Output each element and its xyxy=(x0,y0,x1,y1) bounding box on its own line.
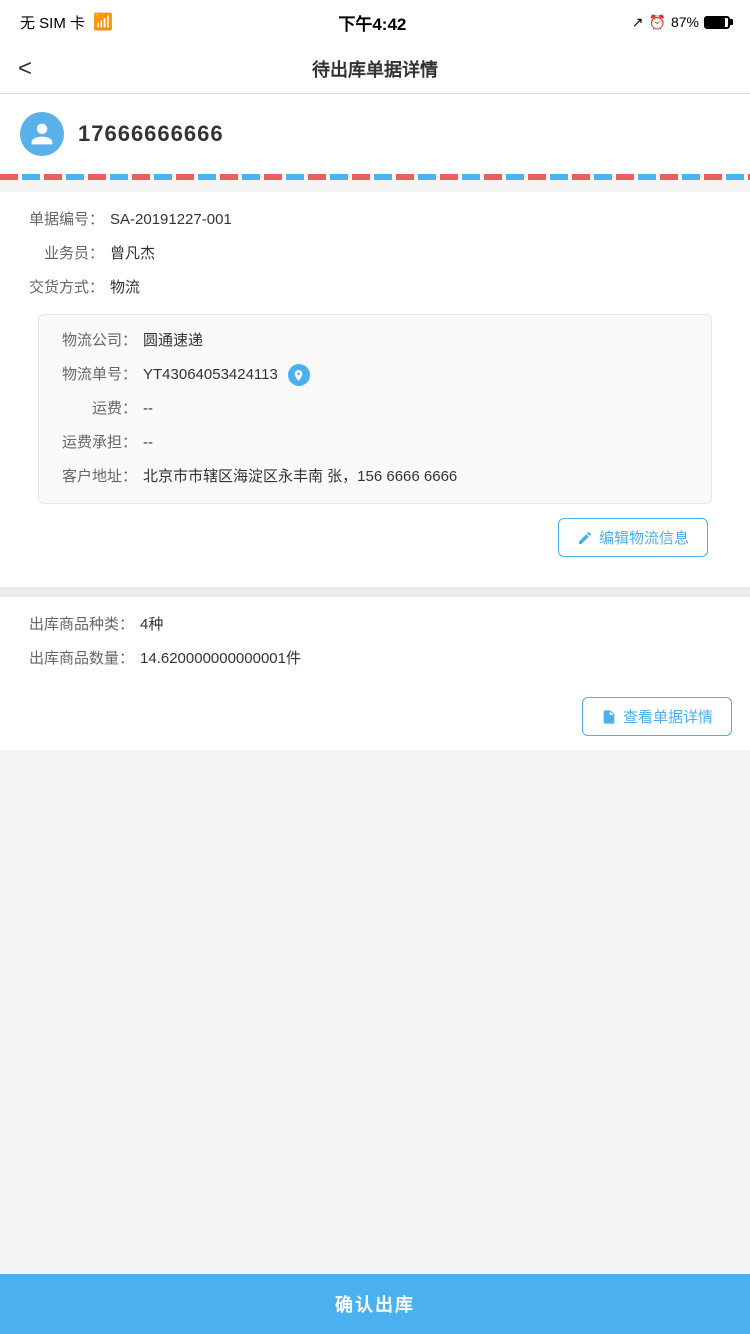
order-number-row: 单据编号： SA-20191227-001 xyxy=(24,208,726,232)
status-bar: 无 SIM 卡 📶 下午4:42 ↗ ⏰ 87% xyxy=(0,0,750,44)
basic-info-section: 单据编号： SA-20191227-001 业务员： 曾凡杰 交货方式： 物流 … xyxy=(0,192,750,587)
user-icon xyxy=(29,121,55,147)
nav-bar: < 待出库单据详情 xyxy=(0,44,750,94)
view-detail-row: 查看单据详情 xyxy=(0,687,750,750)
goods-types-row: 出库商品种类： 4种 xyxy=(24,613,726,637)
logistics-company-row: 物流公司： 圆通速递 xyxy=(57,329,693,353)
avatar xyxy=(20,112,64,156)
address-value: 北京市市辖区海淀区永丰南 张，156 6666 6666 xyxy=(143,465,693,489)
staff-label: 业务员： xyxy=(24,242,104,266)
logistics-company-value: 圆通速递 xyxy=(143,329,693,353)
back-button[interactable]: < xyxy=(18,55,32,83)
freight-row: 运费： -- xyxy=(57,397,693,421)
delivery-label: 交货方式： xyxy=(24,276,104,300)
tracking-location-icon[interactable] xyxy=(288,364,310,386)
edit-logistics-row: 编辑物流信息 xyxy=(24,504,726,571)
confirm-outbound-label: 确认出库 xyxy=(335,1291,415,1317)
status-right: ↗ ⏰ 87% xyxy=(632,14,730,31)
delivery-value: 物流 xyxy=(110,276,726,300)
logistics-company-label: 物流公司： xyxy=(57,329,137,353)
battery-icon xyxy=(704,16,730,29)
content-spacer xyxy=(0,750,750,870)
freight-bearer-label: 运费承担： xyxy=(57,431,137,455)
delivery-row: 交货方式： 物流 xyxy=(24,276,726,300)
logistics-tracking-label: 物流单号： xyxy=(57,363,137,387)
freight-bearer-row: 运费承担： -- xyxy=(57,431,693,455)
edit-icon xyxy=(577,530,593,546)
customer-header: 17666666666 xyxy=(0,94,750,174)
wifi-icon: 📶 xyxy=(93,12,113,32)
order-number-value: SA-20191227-001 xyxy=(110,208,726,232)
location-status-icon: ↗ xyxy=(632,14,644,31)
confirm-outbound-bar[interactable]: 确认出库 xyxy=(0,1274,750,1334)
page-title: 待出库单据详情 xyxy=(312,56,438,82)
freight-bearer-value: -- xyxy=(143,431,693,455)
logistics-card: 物流公司： 圆通速递 物流单号： YT43064053424113 运费： --… xyxy=(38,314,712,504)
order-number-label: 单据编号： xyxy=(24,208,104,232)
map-pin-icon xyxy=(292,369,305,382)
edit-logistics-button[interactable]: 编辑物流信息 xyxy=(558,518,708,557)
document-icon xyxy=(601,709,617,725)
goods-quantity-label: 出库商品数量： xyxy=(24,647,134,671)
logistics-tracking-row: 物流单号： YT43064053424113 xyxy=(57,363,693,387)
carrier-label: 无 SIM 卡 xyxy=(20,12,85,33)
goods-quantity-row: 出库商品数量： 14.620000000000001件 xyxy=(24,647,726,671)
logistics-tracking-value: YT43064053424113 xyxy=(143,363,693,387)
battery-percent: 87% xyxy=(671,14,699,30)
freight-label: 运费： xyxy=(57,397,137,421)
goods-section: 出库商品种类： 4种 出库商品数量： 14.620000000000001件 xyxy=(0,597,750,687)
goods-types-value: 4种 xyxy=(140,613,726,637)
address-label: 客户地址： xyxy=(57,465,137,489)
customer-phone: 17666666666 xyxy=(78,121,224,147)
staff-row: 业务员： 曾凡杰 xyxy=(24,242,726,266)
section-separator xyxy=(0,587,750,597)
view-detail-button[interactable]: 查看单据详情 xyxy=(582,697,732,736)
goods-quantity-value: 14.620000000000001件 xyxy=(140,647,726,671)
status-left: 无 SIM 卡 📶 xyxy=(20,12,113,33)
staff-value: 曾凡杰 xyxy=(110,242,726,266)
freight-value: -- xyxy=(143,397,693,421)
goods-types-label: 出库商品种类： xyxy=(24,613,134,637)
status-time: 下午4:42 xyxy=(338,10,406,35)
address-row: 客户地址： 北京市市辖区海淀区永丰南 张，156 6666 6666 xyxy=(57,465,693,489)
alarm-icon: ⏰ xyxy=(649,14,666,31)
dashed-divider xyxy=(0,174,750,180)
